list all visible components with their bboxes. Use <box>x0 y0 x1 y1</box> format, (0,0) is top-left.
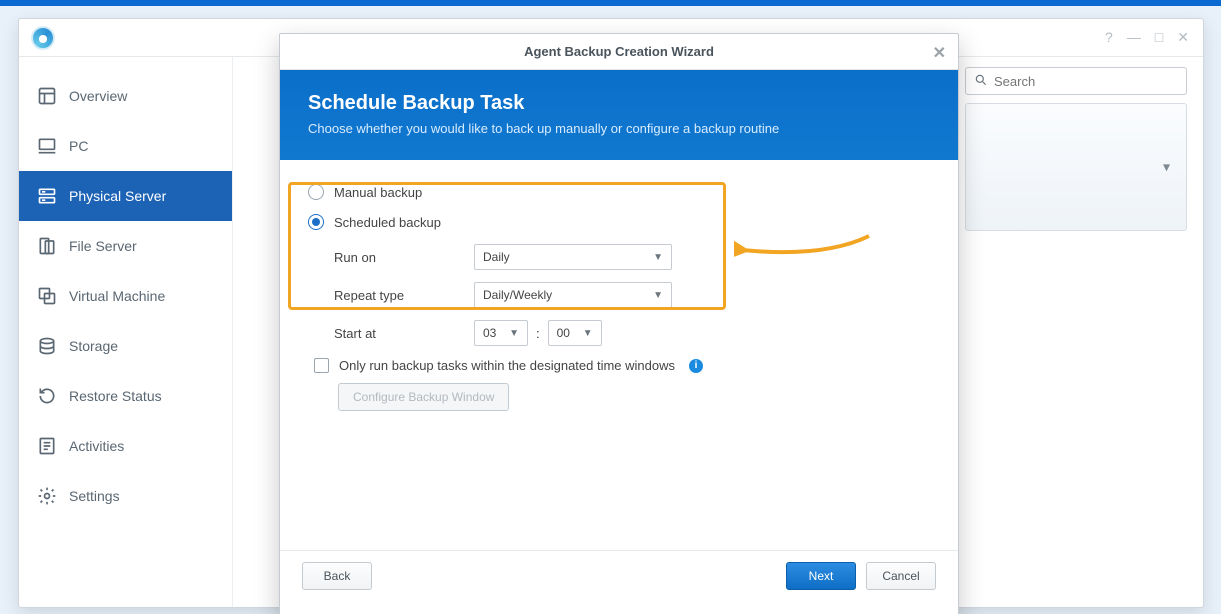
label-start-at: Start at <box>334 326 474 341</box>
sidebar-item-label: PC <box>69 138 88 154</box>
app-logo-icon <box>31 26 55 50</box>
select-repeat-type[interactable]: Daily/Weekly ▼ <box>474 282 672 308</box>
sidebar-item-label: Activities <box>69 438 124 454</box>
select-value: Daily <box>483 250 510 264</box>
radio-icon <box>308 214 324 230</box>
radio-icon <box>308 184 324 200</box>
storage-icon <box>37 336 57 356</box>
maximize-icon[interactable]: □ <box>1155 29 1163 46</box>
sidebar-item-label: Settings <box>69 488 120 504</box>
radio-label: Scheduled backup <box>334 215 441 230</box>
select-value: 00 <box>557 326 570 340</box>
select-start-minute[interactable]: 00 ▼ <box>548 320 602 346</box>
help-icon[interactable]: ? <box>1105 29 1113 46</box>
gear-icon <box>37 486 57 506</box>
minimize-icon[interactable]: — <box>1127 29 1141 46</box>
wizard-title: Agent Backup Creation Wizard <box>524 44 714 59</box>
select-value: Daily/Weekly <box>483 288 552 302</box>
configure-backup-window-button: Configure Backup Window <box>338 383 509 411</box>
summary-card[interactable]: ▾ <box>965 103 1187 231</box>
sidebar-item-label: Restore Status <box>69 388 162 404</box>
sidebar-item-restore-status[interactable]: Restore Status <box>19 371 232 421</box>
checkbox-icon <box>314 358 329 373</box>
wizard-titlebar: Agent Backup Creation Wizard ✕ <box>280 34 958 70</box>
close-icon[interactable]: ✕ <box>1177 29 1189 46</box>
activities-icon <box>37 436 57 456</box>
close-icon[interactable]: ✕ <box>933 43 946 63</box>
back-button[interactable]: Back <box>302 562 372 590</box>
pc-icon <box>37 136 57 156</box>
wizard-subheading: Choose whether you would like to back up… <box>308 121 930 136</box>
search-box[interactable] <box>965 67 1187 95</box>
scheduled-form: Run on Daily ▼ Repeat type Daily/Weekly … <box>308 244 930 346</box>
app-window: ? — □ ✕ Overview PC Physical Server <box>18 18 1204 608</box>
restore-status-icon <box>37 386 57 406</box>
time-separator: : <box>536 326 540 341</box>
search-input[interactable] <box>994 74 1178 89</box>
cancel-button[interactable]: Cancel <box>866 562 936 590</box>
window-controls: ? — □ ✕ <box>1105 29 1195 46</box>
sidebar-item-activities[interactable]: Activities <box>19 421 232 471</box>
sidebar-item-label: Storage <box>69 338 118 354</box>
sidebar-item-physical-server[interactable]: Physical Server <box>19 171 232 221</box>
sidebar-item-file-server[interactable]: File Server <box>19 221 232 271</box>
radio-manual-backup[interactable]: Manual backup <box>308 184 930 200</box>
dropdown-icon: ▼ <box>653 252 663 263</box>
select-start-hour[interactable]: 03 ▼ <box>474 320 528 346</box>
radio-label: Manual backup <box>334 185 422 200</box>
chevron-down-icon: ▾ <box>1163 159 1170 176</box>
sidebar-item-virtual-machine[interactable]: Virtual Machine <box>19 271 232 321</box>
virtual-machine-icon <box>37 286 57 306</box>
sidebar-item-label: File Server <box>69 238 137 254</box>
sidebar-item-overview[interactable]: Overview <box>19 71 232 121</box>
overview-icon <box>37 86 57 106</box>
wizard-body: Manual backup Scheduled backup Run on Da… <box>280 160 958 550</box>
dropdown-icon: ▼ <box>509 328 519 339</box>
sidebar-item-label: Physical Server <box>69 188 166 204</box>
physical-server-icon <box>37 186 57 206</box>
sidebar-item-settings[interactable]: Settings <box>19 471 232 521</box>
radio-scheduled-backup[interactable]: Scheduled backup <box>308 214 930 230</box>
search-icon <box>974 73 988 90</box>
sidebar-item-pc[interactable]: PC <box>19 121 232 171</box>
wizard-header: Schedule Backup Task Choose whether you … <box>280 70 958 160</box>
sidebar-item-storage[interactable]: Storage <box>19 321 232 371</box>
dropdown-icon: ▼ <box>653 290 663 301</box>
wizard-footer: Back Next Cancel <box>280 550 958 600</box>
select-run-on[interactable]: Daily ▼ <box>474 244 672 270</box>
file-server-icon <box>37 236 57 256</box>
label-repeat-type: Repeat type <box>334 288 474 303</box>
sidebar-item-label: Overview <box>69 88 127 104</box>
select-value: 03 <box>483 326 496 340</box>
dropdown-icon: ▼ <box>583 328 593 339</box>
checkbox-label: Only run backup tasks within the designa… <box>339 358 675 373</box>
wizard-modal: Agent Backup Creation Wizard ✕ Schedule … <box>279 33 959 614</box>
next-button[interactable]: Next <box>786 562 856 590</box>
info-icon[interactable]: i <box>689 359 703 373</box>
wizard-heading: Schedule Backup Task <box>308 92 930 115</box>
label-run-on: Run on <box>334 250 474 265</box>
sidebar: Overview PC Physical Server File Server … <box>19 57 233 607</box>
checkbox-time-window[interactable]: Only run backup tasks within the designa… <box>308 358 930 373</box>
sidebar-item-label: Virtual Machine <box>69 288 165 304</box>
